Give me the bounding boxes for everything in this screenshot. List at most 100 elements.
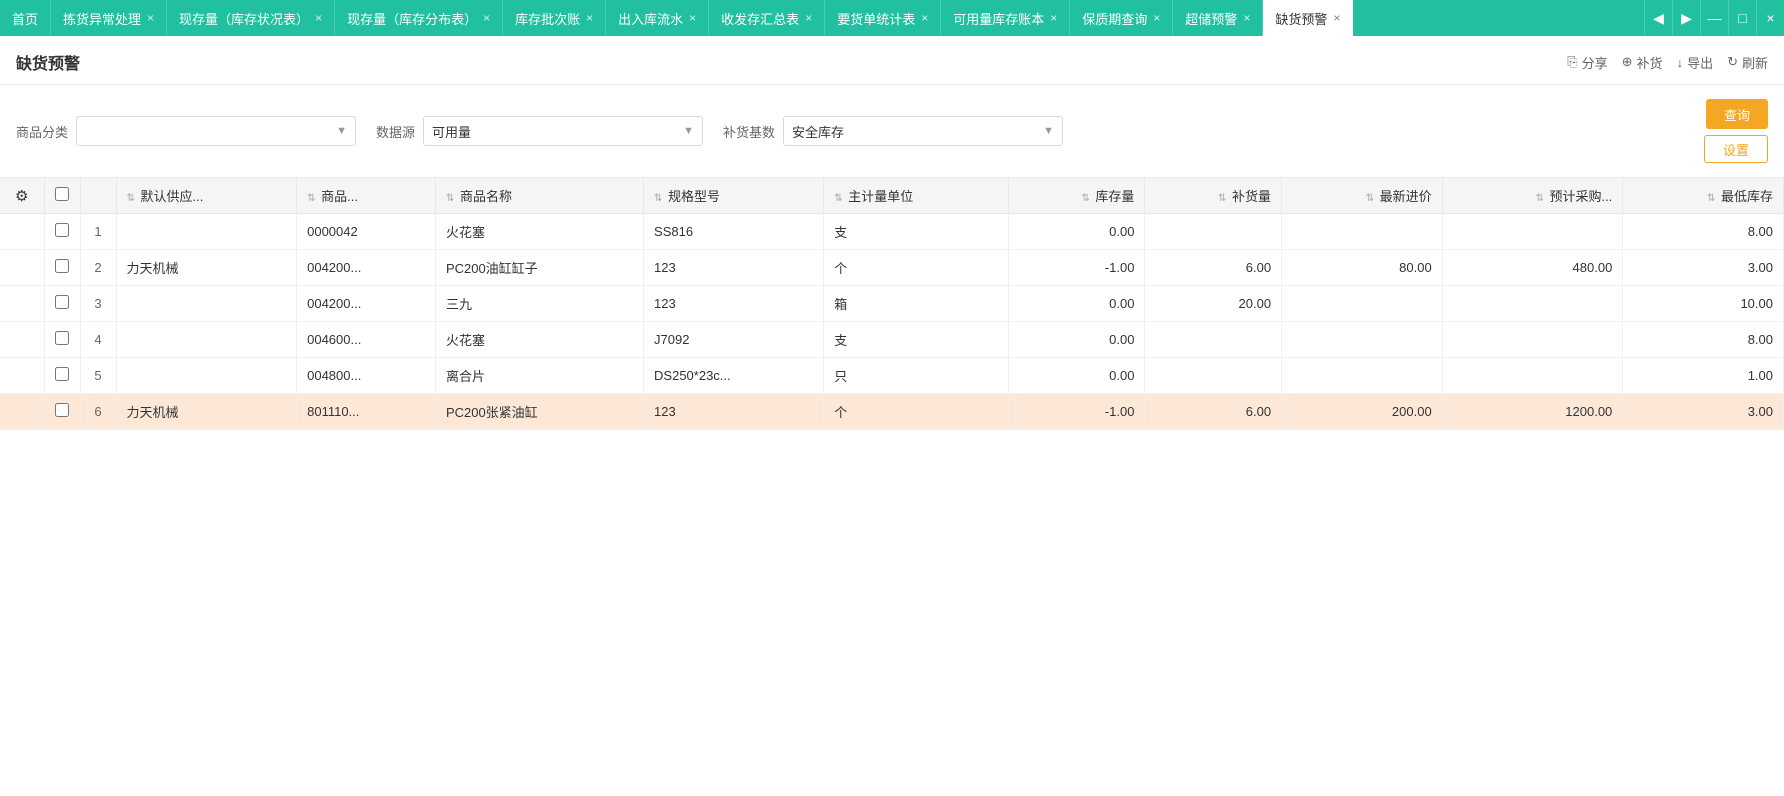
tab-exception[interactable]: 拣货异常处理 × <box>51 0 167 36</box>
window-close-button[interactable]: × <box>1756 0 1784 36</box>
row-settings-cell <box>0 286 44 322</box>
datasource-filter-label: 数据源 <box>376 122 415 141</box>
tab-inout-flow[interactable]: 出入库流水 × <box>606 0 709 36</box>
row-supplier-cell: 力天机械 <box>116 250 297 286</box>
export-action[interactable]: ↓ 导出 <box>1677 53 1714 72</box>
tab-exception-close[interactable]: × <box>147 11 154 25</box>
row-checkbox[interactable] <box>55 367 69 381</box>
row-stock-cell: -1.00 <box>1008 394 1145 430</box>
row-est-purchase-cell: 1200.00 <box>1442 394 1623 430</box>
share-action[interactable]: ⎘ 分享 <box>1567 53 1607 72</box>
row-checkbox-cell[interactable] <box>44 394 80 430</box>
tab-receipt-summary-close[interactable]: × <box>805 11 812 25</box>
select-all-checkbox[interactable] <box>55 187 69 201</box>
tab-next-button[interactable]: ▶ <box>1672 0 1700 36</box>
row-num-cell: 5 <box>80 358 116 394</box>
category-filter-group: 商品分类 ▼ <box>16 116 356 146</box>
column-product-name[interactable]: ⇅ 商品名称 <box>435 178 643 214</box>
row-min-stock-cell: 3.00 <box>1623 394 1784 430</box>
row-checkbox-cell[interactable] <box>44 250 80 286</box>
tab-overstock[interactable]: 超储预警 × <box>1173 0 1263 36</box>
row-checkbox[interactable] <box>55 295 69 309</box>
tab-order-stats-label: 要货单统计表 <box>837 9 915 28</box>
column-stock[interactable]: ⇅ 库存量 <box>1008 178 1145 214</box>
column-unit[interactable]: ⇅ 主计量单位 <box>824 178 1009 214</box>
tab-bar: 首页 拣货异常处理 × 现存量（库存状况表） × 现存量（库存分布表） × 库存… <box>0 0 1784 36</box>
row-est-purchase-cell <box>1442 286 1623 322</box>
row-stock-cell: 0.00 <box>1008 214 1145 250</box>
row-checkbox[interactable] <box>55 259 69 273</box>
row-min-stock-cell: 8.00 <box>1623 214 1784 250</box>
datasource-select[interactable]: 可用量 ▼ <box>423 116 703 146</box>
row-replenish-qty-cell: 6.00 <box>1145 250 1282 286</box>
tab-expiry-query-close[interactable]: × <box>1153 11 1160 25</box>
row-checkbox[interactable] <box>55 223 69 237</box>
row-supplier-cell <box>116 286 297 322</box>
table-row: 3 004200... 三九 123 箱 0.00 20.00 10.00 <box>0 286 1784 322</box>
category-select[interactable]: ▼ <box>76 116 356 146</box>
replenish-label: 补货 <box>1637 53 1663 72</box>
tab-nav-controls: ◀ ▶ — □ × <box>1644 0 1784 36</box>
category-filter-label: 商品分类 <box>16 122 68 141</box>
tab-order-stats[interactable]: 要货单统计表 × <box>825 0 941 36</box>
tab-expiry-query[interactable]: 保质期查询 × <box>1070 0 1173 36</box>
row-num-cell: 2 <box>80 250 116 286</box>
tab-inout-flow-close[interactable]: × <box>689 11 696 25</box>
tab-inventory-dist-label: 现存量（库存分布表） <box>347 9 477 28</box>
column-min-stock[interactable]: ⇅ 最低库存 <box>1623 178 1784 214</box>
window-maximize-button[interactable]: □ <box>1728 0 1756 36</box>
table-row: 4 004600... 火花塞 J7092 支 0.00 8.00 <box>0 322 1784 358</box>
tab-inventory-dist-close[interactable]: × <box>483 11 490 25</box>
row-checkbox[interactable] <box>55 403 69 417</box>
gear-icon[interactable]: ⚙ <box>15 188 28 205</box>
row-product-code-cell: 0000042 <box>297 214 436 250</box>
tab-order-stats-close[interactable]: × <box>921 11 928 25</box>
column-est-purchase[interactable]: ⇅ 预计采购... <box>1442 178 1623 214</box>
tab-batch-account[interactable]: 库存批次账 × <box>503 0 606 36</box>
column-spec[interactable]: ⇅ 规格型号 <box>644 178 824 214</box>
column-replenish-qty[interactable]: ⇅ 补货量 <box>1145 178 1282 214</box>
row-checkbox-cell[interactable] <box>44 286 80 322</box>
row-checkbox-cell[interactable] <box>44 358 80 394</box>
window-minimize-button[interactable]: — <box>1700 0 1728 36</box>
page-title: 缺货预警 <box>16 50 80 74</box>
tab-overstock-close[interactable]: × <box>1243 11 1250 25</box>
tab-shortage-close[interactable]: × <box>1333 11 1340 25</box>
tab-inventory-status[interactable]: 现存量（库存状况表） × <box>167 0 335 36</box>
replenish-action[interactable]: ⊕ 补货 <box>1622 53 1663 72</box>
tab-prev-button[interactable]: ◀ <box>1644 0 1672 36</box>
row-min-stock-cell: 8.00 <box>1623 322 1784 358</box>
replenish-base-select[interactable]: 安全库存 ▼ <box>783 116 1063 146</box>
tab-home[interactable]: 首页 <box>0 0 51 36</box>
row-unit-cell: 支 <box>824 322 1009 358</box>
tab-inventory-dist[interactable]: 现存量（库存分布表） × <box>335 0 503 36</box>
row-checkbox-cell[interactable] <box>44 214 80 250</box>
tab-inventory-status-close[interactable]: × <box>315 11 322 25</box>
row-replenish-qty-cell <box>1145 358 1282 394</box>
column-latest-price[interactable]: ⇅ 最新进价 <box>1282 178 1443 214</box>
column-product-code[interactable]: ⇅ 商品... <box>297 178 436 214</box>
column-settings[interactable]: ⚙ <box>0 178 44 214</box>
export-label: 导出 <box>1687 53 1713 72</box>
share-icon: ⎘ <box>1567 54 1577 70</box>
tab-receipt-summary[interactable]: 收发存汇总表 × <box>709 0 825 36</box>
row-spec-cell: 123 <box>644 250 824 286</box>
query-button[interactable]: 查询 <box>1706 99 1768 129</box>
tab-shortage[interactable]: 缺货预警 × <box>1263 0 1353 36</box>
tab-available-ledger[interactable]: 可用量库存账本 × <box>941 0 1070 36</box>
refresh-label: 刷新 <box>1742 53 1768 72</box>
row-latest-price-cell: 80.00 <box>1282 250 1443 286</box>
tab-batch-account-close[interactable]: × <box>586 11 593 25</box>
settings-button[interactable]: 设置 <box>1704 135 1768 163</box>
row-replenish-qty-cell <box>1145 214 1282 250</box>
row-supplier-cell <box>116 358 297 394</box>
row-supplier-cell <box>116 322 297 358</box>
row-spec-cell: 123 <box>644 286 824 322</box>
column-default-supplier[interactable]: ⇅ 默认供应... <box>116 178 297 214</box>
row-latest-price-cell <box>1282 358 1443 394</box>
tab-available-ledger-close[interactable]: × <box>1050 11 1057 25</box>
row-checkbox[interactable] <box>55 331 69 345</box>
refresh-action[interactable]: ↻ 刷新 <box>1727 53 1768 72</box>
row-checkbox-cell[interactable] <box>44 322 80 358</box>
tab-inventory-status-label: 现存量（库存状况表） <box>179 9 309 28</box>
